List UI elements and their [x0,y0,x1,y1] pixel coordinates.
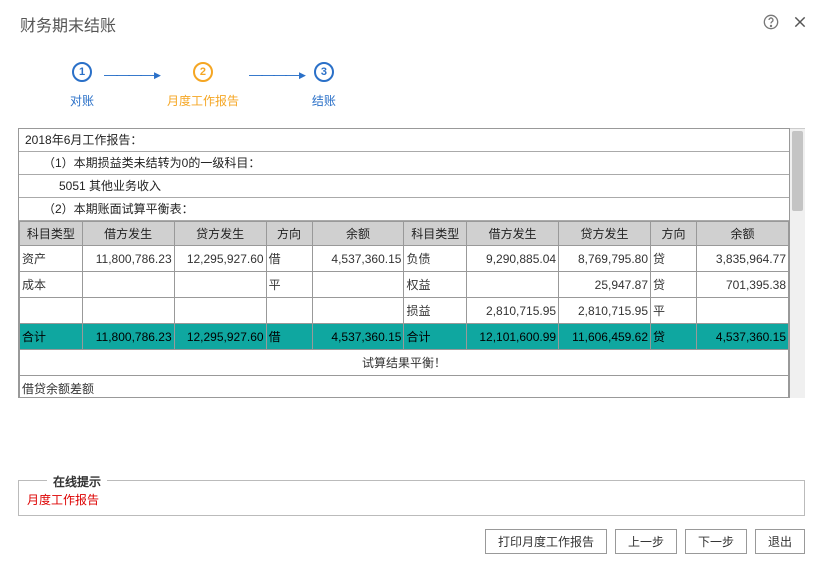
table-row: 借贷余额差额 [20,376,789,399]
exit-button[interactable]: 退出 [755,529,805,554]
step-1[interactable]: 1 对账 [70,62,94,109]
step-arrow-icon [249,66,302,82]
close-icon[interactable] [793,15,807,34]
table-row: 成本平 权益25,947.87贷701,395.38 [20,272,789,298]
table-row: 损益2,810,715.952,810,715.95平 [20,298,789,324]
prev-button[interactable]: 上一步 [615,529,677,554]
balance-result: 试算结果平衡！ [20,350,789,376]
report-panel: 2018年6月工作报告： （1）本期损益类未结转为0的一级科目： 5051 其他… [18,128,790,398]
print-report-button[interactable]: 打印月度工作报告 [485,529,607,554]
report-line: 5051 其他业务收入 [19,175,789,198]
next-button[interactable]: 下一步 [685,529,747,554]
balance-table: 科目类型借方发生贷方发生方向余额 科目类型借方发生贷方发生方向余额 资产11,8… [19,221,789,398]
help-icon[interactable] [763,14,779,35]
table-header-row: 科目类型借方发生贷方发生方向余额 科目类型借方发生贷方发生方向余额 [20,222,789,246]
report-line: （2）本期账面试算平衡表： [19,198,789,221]
hint-panel: 在线提示 月度工作报告 [18,480,805,516]
step-2[interactable]: 2 月度工作报告 [167,62,239,109]
report-line: （1）本期损益类未结转为0的一级科目： [19,152,789,175]
hint-text: 月度工作报告 [19,481,804,512]
vertical-scrollbar[interactable] [790,128,805,398]
table-row: 合计11,800,786.2312,295,927.60借4,537,360.1… [20,324,789,350]
table-row: 资产11,800,786.2312,295,927.60借4,537,360.1… [20,246,789,272]
step-3[interactable]: 3 结账 [312,62,336,109]
step-arrow-icon [104,66,157,82]
hint-label: 在线提示 [47,473,107,490]
scrollbar-thumb[interactable] [792,131,803,211]
page-title: 财务期末结账 [20,12,116,36]
step-indicator: 1 对账 2 月度工作报告 3 结账 [70,62,823,109]
report-title: 2018年6月工作报告： [19,129,789,152]
